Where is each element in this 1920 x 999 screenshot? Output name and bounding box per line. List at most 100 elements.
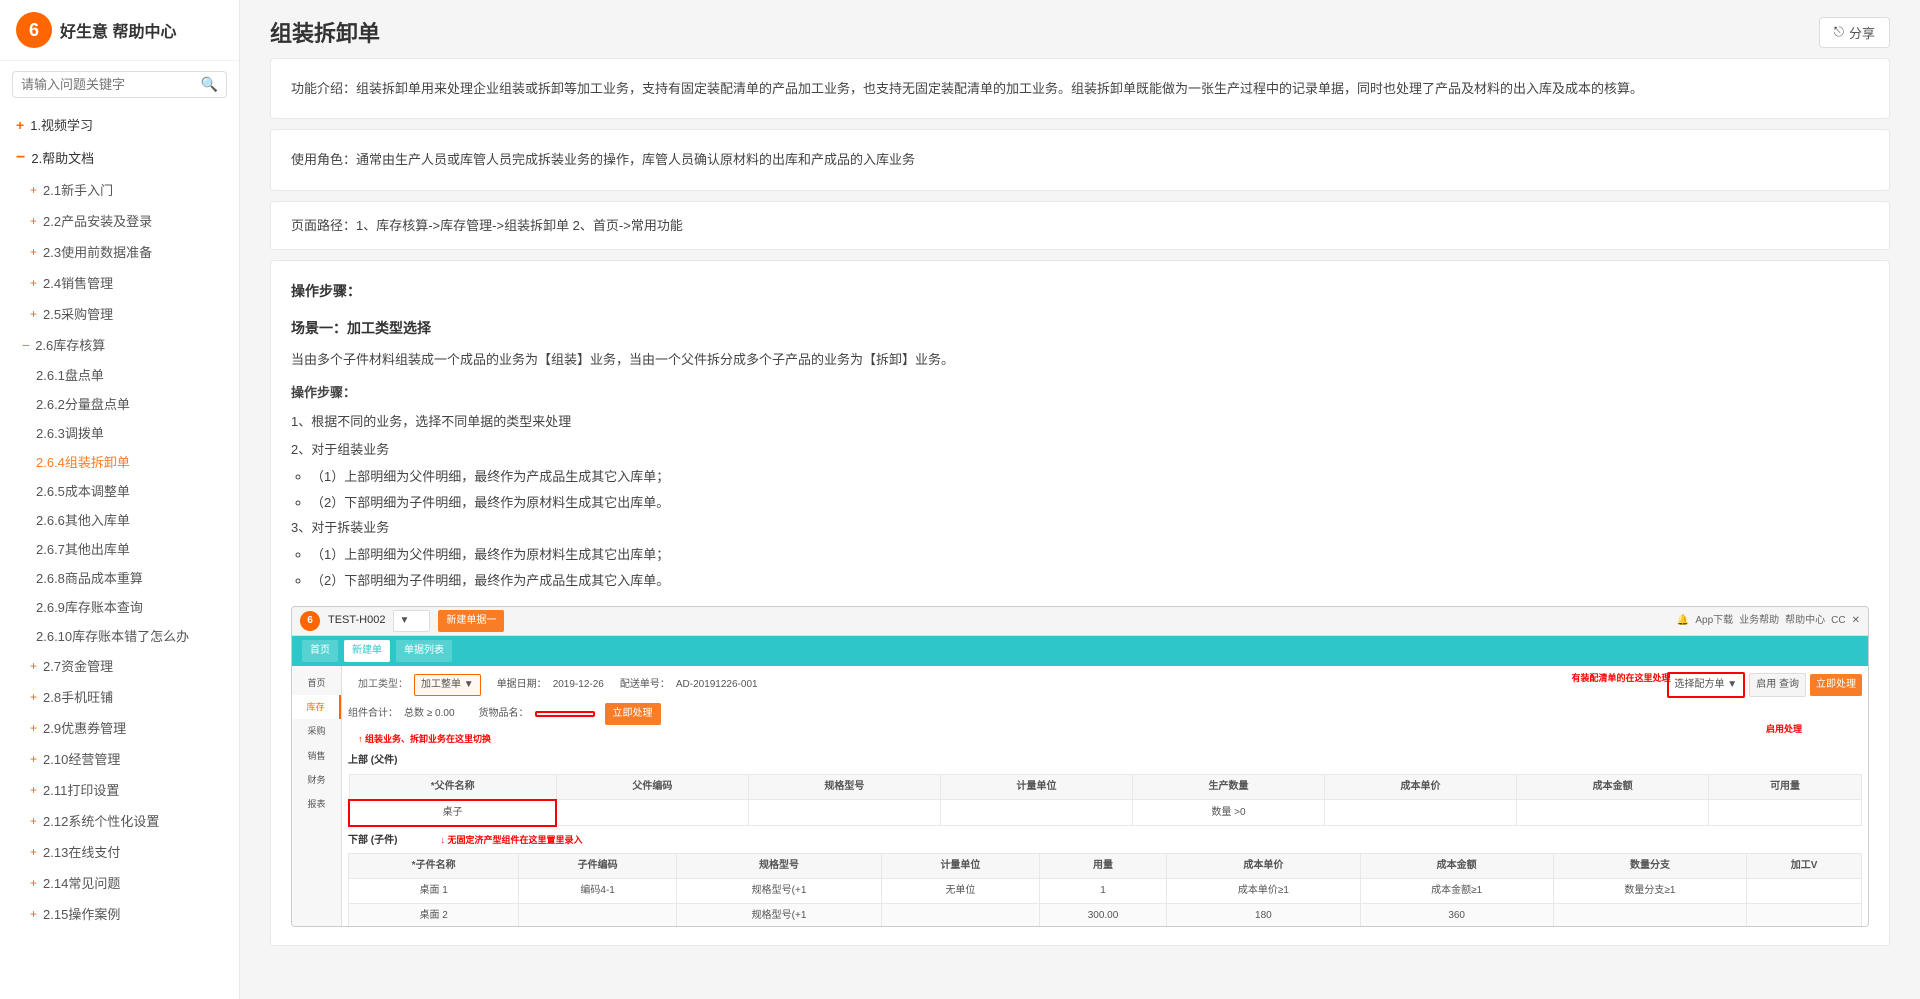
sidebar-item-newbie[interactable]: + 2.1新手入门: [0, 174, 239, 205]
steps-title: 操作步骤：: [291, 279, 1869, 304]
ss-tab-home: 首页: [302, 640, 338, 662]
sidebar-leaf-partial-stocktake[interactable]: 2.6.2分量盘点单: [0, 389, 239, 418]
step3-sub: （1）上部明细为父件明细，最终作为原材料生成其它出库单； （2）下部明细为子件明…: [311, 543, 1869, 592]
main-header: 组装拆卸单 ⎋ 分享: [240, 0, 1920, 58]
ss-company: TEST-H002: [328, 611, 385, 631]
ss-type-select: 加工整单 ▼: [414, 674, 481, 696]
ss-topbar-icons: 🔔 App下载 业务帮助 帮助中心 CC ✕: [1677, 612, 1860, 630]
search-button[interactable]: 🔍: [201, 76, 218, 93]
annotation-assembly-type: ↑ 组装业务、拆卸业务在这里切换: [358, 734, 491, 744]
ss-lower-th-5: 用量: [1039, 853, 1166, 878]
lower-td-1-9: [1747, 878, 1862, 903]
app-title: 好生意 帮助中心: [60, 18, 176, 42]
table-row: 桌面 2 规格型号(+1 300.00 180 360: [349, 903, 1862, 926]
sidebar-item-ops[interactable]: + 2.10经营管理: [0, 743, 239, 774]
ss-action-btn: 启用 查询: [1749, 673, 1806, 697]
sidebar-leaf-stocktake[interactable]: 2.6.1盘点单: [0, 360, 239, 389]
ss-nav-2: 库存: [292, 695, 341, 719]
sidebar-leaf-transfer[interactable]: 2.6.3调拨单: [0, 418, 239, 447]
app-logo-icon: 6: [16, 12, 52, 48]
sidebar-item-print[interactable]: + 2.11打印设置: [0, 774, 239, 805]
sidebar-item-coupon[interactable]: + 2.9优惠券管理: [0, 712, 239, 743]
path-card: 页面路径：1、库存核算->库存管理->组装拆卸单 2、首页->常用功能: [270, 201, 1890, 250]
ss-count-label: 组件合计：: [348, 705, 398, 723]
lower-td-1-3: 规格型号(+1: [676, 878, 881, 903]
ss-query-btn: 立即处理: [605, 703, 661, 725]
step3-sub2: （2）下部明细为子件明细，最终作为产成品生成其它入库单。: [311, 569, 1869, 592]
upper-td-code: [556, 800, 748, 826]
annotation-no-fixed: ↓ 无固定济产型组件在这里置里录入: [441, 835, 583, 845]
sidebar-header: 6 好生意 帮助中心: [0, 0, 239, 61]
ss-topbar: 6 TEST-H002 ▼ 新建单据一 🔔 App下载 业务帮助 帮助中心 CC…: [292, 607, 1868, 636]
ss-search-input[interactable]: [535, 711, 595, 717]
sidebar-leaf-cost-recalc[interactable]: 2.6.8商品成本重算: [0, 563, 239, 592]
steps-card: 操作步骤： 场景一：加工类型选择 当由多个子件材料组装成一个成品的业务为【组装】…: [270, 260, 1890, 946]
search-box[interactable]: 🔍: [12, 71, 227, 98]
ss-upper-th-5: 生产数量: [1132, 774, 1324, 800]
sidebar-leaf-stock-error[interactable]: 2.6.10库存账本错了怎么办: [0, 621, 239, 650]
sidebar-item-inventory[interactable]: − 2.6库存核算: [0, 329, 239, 360]
ss-tab-list: 单据列表: [396, 640, 452, 662]
ss-search-label: 货物品名：: [479, 705, 529, 723]
table-row: 桌面 1 编码4-1 规格型号(+1 无单位 1 成本单价≥1 成本金额≥1 数…: [349, 878, 1862, 903]
step2-sub2: （2）下部明细为子件明细，最终作为原材料生成其它出库单。: [311, 491, 1869, 514]
upper-td-spec: [748, 800, 940, 826]
ss-helpcenter-label: 帮助中心: [1785, 612, 1825, 630]
sidebar-leaf-other-in[interactable]: 2.6.6其他入库单: [0, 505, 239, 534]
step-2: 2、对于组装业务: [291, 438, 1869, 461]
ss-new-btn: 新建单据一: [438, 610, 504, 632]
upper-td-amount: [1517, 800, 1709, 826]
ss-lower-th-4: 计量单位: [882, 853, 1040, 878]
share-button[interactable]: ⎋ 分享: [1819, 17, 1890, 48]
lower-td-2-9: [1747, 903, 1862, 926]
lower-td-2-4: [882, 903, 1040, 926]
lower-td-2-7: 360: [1360, 903, 1553, 926]
lower-td-2-6: 180: [1167, 903, 1360, 926]
upper-td-avail: [1709, 800, 1862, 826]
lower-label-container: 下部 (子件) ↓ 无固定济产型组件在这里置里录入: [348, 831, 1862, 851]
ss-bell-icon: 🔔: [1677, 612, 1689, 630]
sidebar-leaf-assembly[interactable]: 2.6.4组装拆卸单: [0, 447, 239, 476]
main-area: 组装拆卸单 ⎋ 分享 功能介绍：组装拆卸单用来处理企业组装或拆卸等加工业务，支持…: [240, 0, 1920, 999]
sidebar-item-cases[interactable]: + 2.15操作案例: [0, 898, 239, 929]
sidebar-item-mobile[interactable]: + 2.8手机旺铺: [0, 681, 239, 712]
intro-text-2: 使用角色：通常由生产人员或库管人员完成拆装业务的操作，库管人员确认原材料的出库和…: [291, 152, 915, 167]
ss-lower-th-9: 加工V: [1747, 853, 1862, 878]
ss-upper-th-3: 规格型号: [748, 774, 940, 800]
sidebar-item-online-pay[interactable]: + 2.13在线支付: [0, 836, 239, 867]
annotation2-container: ↑ 组装业务、拆卸业务在这里切换: [348, 730, 1862, 750]
ss-main-content: 加工类型： 加工整单 ▼ 单据日期： 2019-12-26 配送单号： AD-2…: [342, 666, 1868, 926]
lower-td-2-8: [1553, 903, 1746, 926]
sidebar-item-purchase[interactable]: + 2.5采购管理: [0, 298, 239, 329]
ss-upper-th-4: 计量单位: [940, 774, 1132, 800]
step2-sub1: （1）上部明细为父件明细，最终作为产成品生成其它入库单；: [311, 465, 1869, 488]
sidebar-leaf-other-out[interactable]: 2.6.7其他出库单: [0, 534, 239, 563]
sidebar-leaf-cost-adjust[interactable]: 2.6.5成本调整单: [0, 476, 239, 505]
sidebar-item-data-prep[interactable]: + 2.3使用前数据准备: [0, 236, 239, 267]
sidebar-item-customization[interactable]: + 2.12系统个性化设置: [0, 805, 239, 836]
ss-app-logo: 6: [300, 611, 320, 631]
path-text: 页面路径：1、库存核算->库存管理->组装拆卸单 2、首页->常用功能: [291, 218, 683, 233]
sidebar-item-video[interactable]: + 1.视频学习: [0, 108, 239, 141]
upper-td-price: [1325, 800, 1517, 826]
lower-td-1-5: 1: [1039, 878, 1166, 903]
sidebar-item-docs[interactable]: − 2.帮助文档: [0, 141, 239, 174]
ss-dropdown: ▼: [393, 610, 430, 632]
ss-upper-table-label: 上部 (父件): [348, 752, 1862, 770]
ss-order-label: 配送单号：: [620, 676, 670, 694]
sidebar-item-sales[interactable]: + 2.4销售管理: [0, 267, 239, 298]
page-title: 组装拆卸单: [270, 16, 380, 48]
ss-nav-1: 首页: [292, 671, 341, 695]
sidebar-leaf-stock-book[interactable]: 2.6.9库存账本查询: [0, 592, 239, 621]
lower-td-1-8: 数量分支≥1: [1553, 878, 1746, 903]
sidebar-item-faq[interactable]: + 2.14常见问题: [0, 867, 239, 898]
ss-left-nav: 首页 库存 采购 销售 财务 报表: [292, 666, 342, 926]
ss-upper-th-6: 成本单价: [1325, 774, 1517, 800]
ss-upper-th-2: 父件编码: [556, 774, 748, 800]
sidebar-item-finance[interactable]: + 2.7资金管理: [0, 650, 239, 681]
ss-order-val: AD-20191226-001: [676, 676, 758, 694]
search-input[interactable]: [21, 77, 201, 92]
ss-nav-6: 报表: [292, 792, 341, 816]
ss-lower-th-6: 成本单价: [1167, 853, 1360, 878]
sidebar-item-install[interactable]: + 2.2产品安装及登录: [0, 205, 239, 236]
